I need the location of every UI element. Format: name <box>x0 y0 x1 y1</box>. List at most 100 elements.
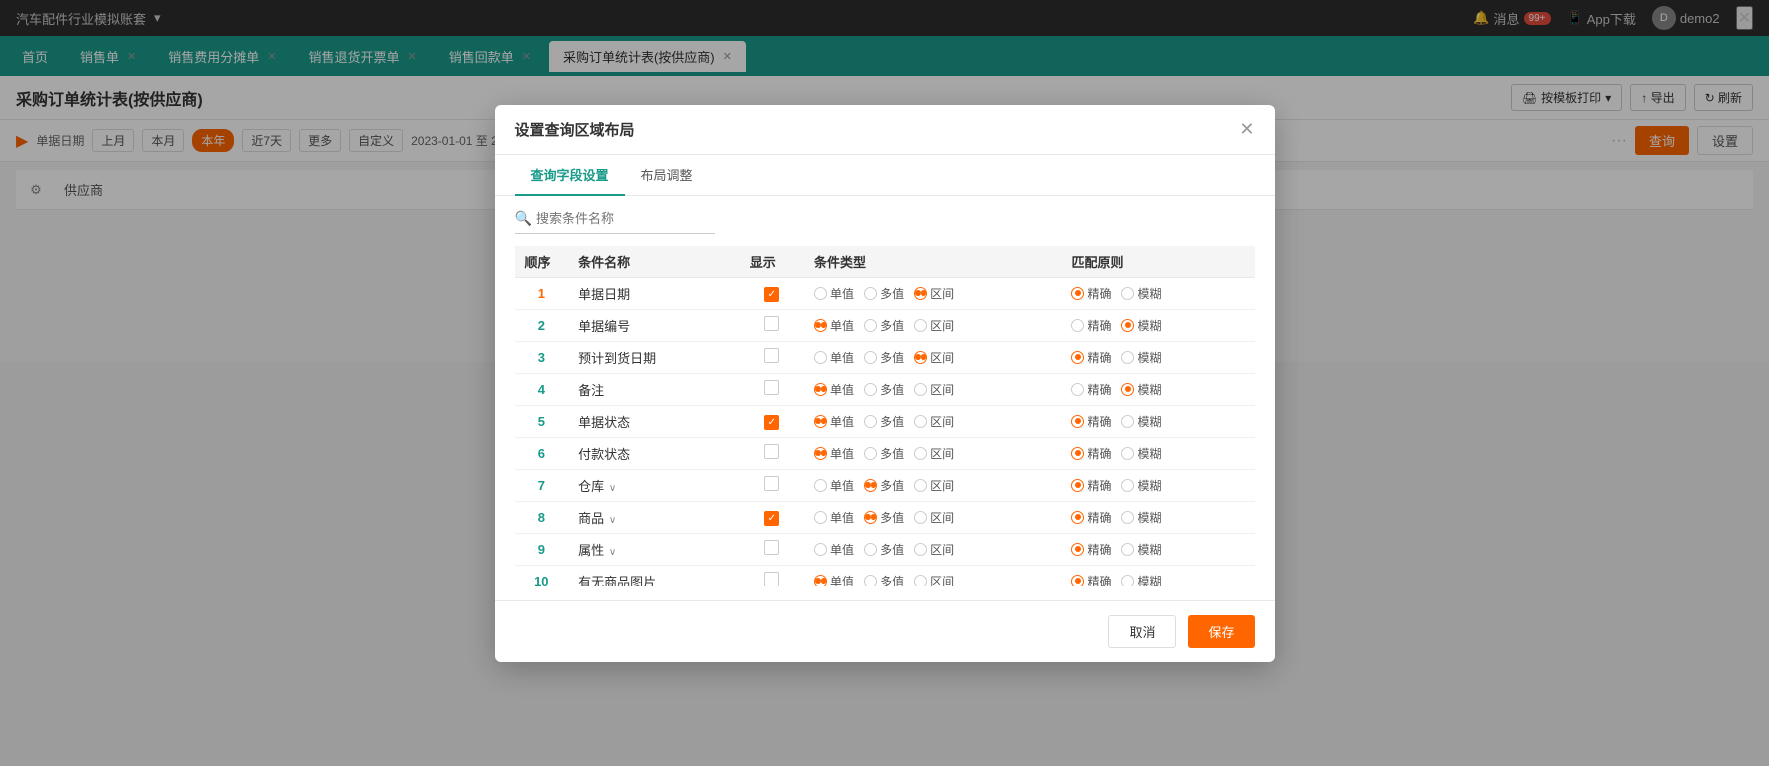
radio-match-match_exact[interactable]: 精确 <box>1071 509 1111 526</box>
radio-type-type_single[interactable]: 单值 <box>814 477 854 494</box>
checkbox[interactable] <box>764 287 779 302</box>
radio-type-type_multi[interactable]: 多值 <box>864 509 904 526</box>
radio-dot <box>1071 287 1084 300</box>
checkbox[interactable] <box>764 348 779 363</box>
radio-type-type_range[interactable]: 区间 <box>914 573 954 586</box>
radio-type-type_single[interactable]: 单值 <box>814 349 854 366</box>
radio-match-match_fuzzy[interactable]: 模糊 <box>1121 445 1161 462</box>
cancel-button[interactable]: 取消 <box>1108 615 1176 648</box>
row-type: 单值多值区间 <box>804 501 1061 533</box>
radio-dot <box>1071 575 1084 586</box>
radio-dot <box>914 543 927 556</box>
checkbox[interactable] <box>764 476 779 491</box>
radio-match-match_fuzzy[interactable]: 模糊 <box>1121 381 1161 398</box>
radio-match-match_fuzzy[interactable]: 模糊 <box>1121 509 1161 526</box>
row-match: 精确模糊 <box>1061 565 1254 586</box>
radio-match-match_fuzzy[interactable]: 模糊 <box>1121 541 1161 558</box>
radio-type-type_single[interactable]: 单值 <box>814 381 854 398</box>
row-match: 精确模糊 <box>1061 309 1254 341</box>
radio-match-match_exact[interactable]: 精确 <box>1071 285 1111 302</box>
save-button[interactable]: 保存 <box>1188 615 1254 648</box>
radio-dot <box>814 287 827 300</box>
radio-type-type_range[interactable]: 区间 <box>914 381 954 398</box>
radio-match-match_exact[interactable]: 精确 <box>1071 573 1111 586</box>
search-input[interactable] <box>536 211 715 226</box>
radio-type-type_range[interactable]: 区间 <box>914 317 954 334</box>
radio-type-type_range[interactable]: 区间 <box>914 509 954 526</box>
radio-type-type_multi[interactable]: 多值 <box>864 317 904 334</box>
radio-type-type_single[interactable]: 单值 <box>814 317 854 334</box>
radio-type-type_single[interactable]: 单值 <box>814 445 854 462</box>
radio-match-match_exact[interactable]: 精确 <box>1071 381 1111 398</box>
radio-type-type_multi[interactable]: 多值 <box>864 477 904 494</box>
dropdown-arrow-icon[interactable]: ∨ <box>606 515 616 526</box>
radio-type-type_range[interactable]: 区间 <box>914 349 954 366</box>
radio-dot <box>1071 351 1084 364</box>
row-show-checkbox[interactable] <box>740 277 804 309</box>
row-show-checkbox[interactable] <box>740 405 804 437</box>
radio-type-type_multi[interactable]: 多值 <box>864 381 904 398</box>
radio-match-match_exact[interactable]: 精确 <box>1071 445 1111 462</box>
row-show-checkbox[interactable] <box>740 565 804 586</box>
radio-type-type_range[interactable]: 区间 <box>914 285 954 302</box>
dialog-close-button[interactable]: ✕ <box>1239 119 1254 140</box>
radio-type-type_multi[interactable]: 多值 <box>864 413 904 430</box>
radio-type-type_single[interactable]: 单值 <box>814 413 854 430</box>
radio-type-type_single[interactable]: 单值 <box>814 509 854 526</box>
row-type: 单值多值区间 <box>804 373 1061 405</box>
radio-type-type_multi[interactable]: 多值 <box>864 541 904 558</box>
radio-type-type_multi[interactable]: 多值 <box>864 445 904 462</box>
row-show-checkbox[interactable] <box>740 309 804 341</box>
row-show-checkbox[interactable] <box>740 341 804 373</box>
radio-type-type_multi[interactable]: 多值 <box>864 349 904 366</box>
radio-type-type_single[interactable]: 单值 <box>814 285 854 302</box>
radio-type-type_range[interactable]: 区间 <box>914 541 954 558</box>
dropdown-arrow-icon[interactable]: ∨ <box>606 547 616 558</box>
radio-match-match_fuzzy[interactable]: 模糊 <box>1121 317 1161 334</box>
row-condition-name: 备注 <box>568 373 740 405</box>
radio-match-match_exact[interactable]: 精确 <box>1071 349 1111 366</box>
radio-match-match_exact[interactable]: 精确 <box>1071 541 1111 558</box>
dialog-overlay: 设置查询区域布局 ✕ 查询字段设置 布局调整 🔍 <box>0 0 1769 766</box>
radio-dot <box>864 543 877 556</box>
search-icon: 🔍 <box>515 210 532 227</box>
table-row: 4备注单值多值区间精确模糊 <box>515 373 1255 405</box>
dropdown-arrow-icon[interactable]: ∨ <box>606 483 616 494</box>
radio-type-type_single[interactable]: 单值 <box>814 573 854 586</box>
radio-type-type_single[interactable]: 单值 <box>814 541 854 558</box>
checkbox[interactable] <box>764 444 779 459</box>
row-show-checkbox[interactable] <box>740 437 804 469</box>
radio-match-match_exact[interactable]: 精确 <box>1071 477 1111 494</box>
radio-dot <box>814 447 827 460</box>
radio-type-type_multi[interactable]: 多值 <box>864 573 904 586</box>
conditions-table-scroll: 顺序 条件名称 显示 条件类型 匹配原则 1单据日期单值多值区间精确模糊2单据编… <box>515 246 1255 586</box>
radio-match-match_exact[interactable]: 精确 <box>1071 317 1111 334</box>
checkbox[interactable] <box>764 380 779 395</box>
dialog-tab-layout[interactable]: 布局调整 <box>625 155 709 196</box>
radio-type-type_range[interactable]: 区间 <box>914 413 954 430</box>
radio-match-match_fuzzy[interactable]: 模糊 <box>1121 413 1161 430</box>
radio-match-match_fuzzy[interactable]: 模糊 <box>1121 349 1161 366</box>
dialog-tab-fields[interactable]: 查询字段设置 <box>515 155 625 196</box>
row-show-checkbox[interactable] <box>740 533 804 565</box>
radio-type-type_range[interactable]: 区间 <box>914 477 954 494</box>
radio-dot <box>914 479 927 492</box>
checkbox[interactable] <box>764 316 779 331</box>
row-show-checkbox[interactable] <box>740 469 804 501</box>
row-show-checkbox[interactable] <box>740 373 804 405</box>
checkbox[interactable] <box>764 415 779 430</box>
row-show-checkbox[interactable] <box>740 501 804 533</box>
radio-match-match_exact[interactable]: 精确 <box>1071 413 1111 430</box>
radio-match-match_fuzzy[interactable]: 模糊 <box>1121 285 1161 302</box>
radio-dot <box>1121 319 1134 332</box>
radio-type-type_multi[interactable]: 多值 <box>864 285 904 302</box>
radio-dot <box>1121 383 1134 396</box>
radio-match-match_fuzzy[interactable]: 模糊 <box>1121 573 1161 586</box>
radio-type-type_range[interactable]: 区间 <box>914 445 954 462</box>
checkbox[interactable] <box>764 540 779 555</box>
radio-match-match_fuzzy[interactable]: 模糊 <box>1121 477 1161 494</box>
checkbox[interactable] <box>764 572 779 586</box>
checkbox[interactable] <box>764 511 779 526</box>
radio-dot <box>864 447 877 460</box>
conditions-table: 顺序 条件名称 显示 条件类型 匹配原则 1单据日期单值多值区间精确模糊2单据编… <box>515 246 1255 586</box>
